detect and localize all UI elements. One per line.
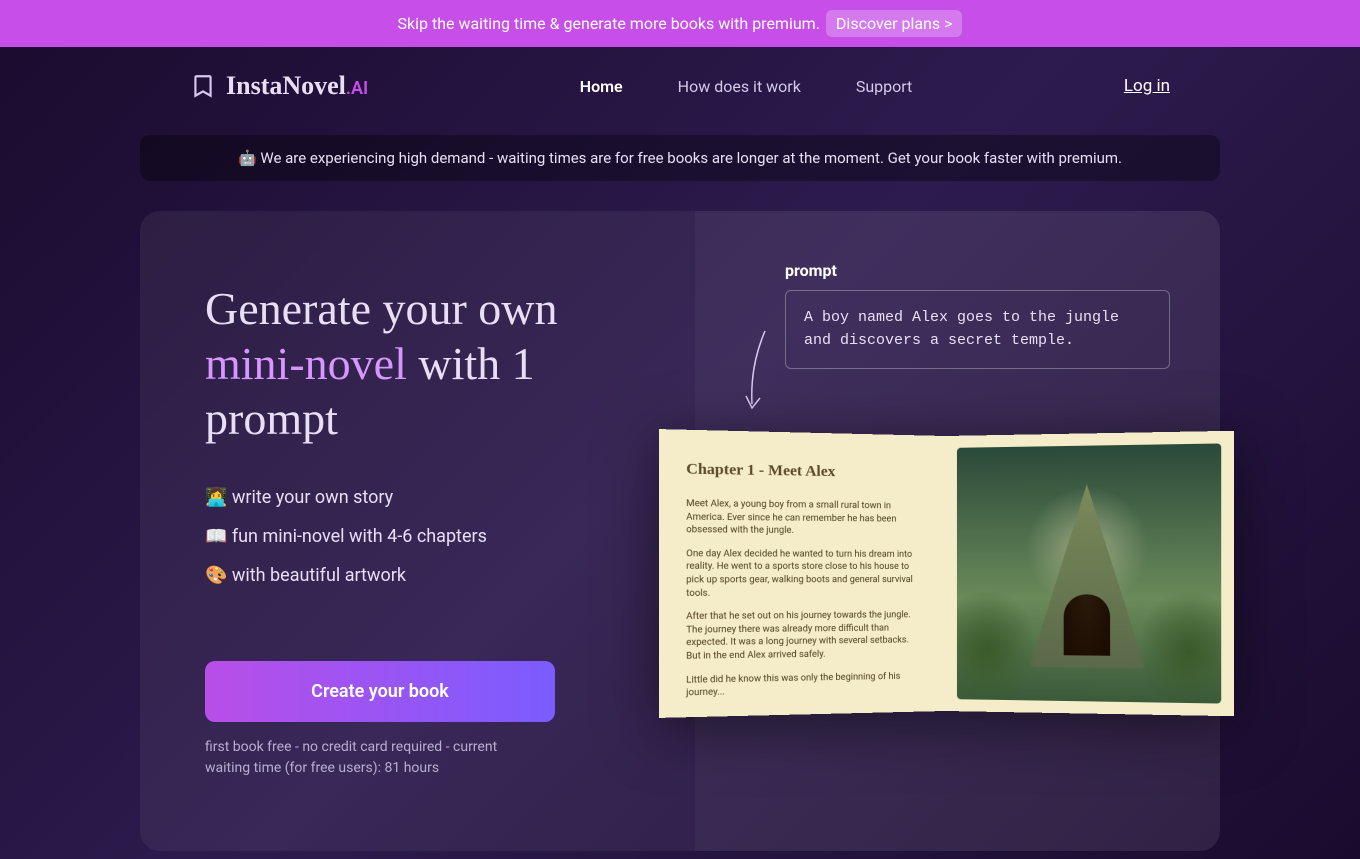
book-preview: Chapter 1 - Meet Alex Meet Alex, a young…: [670, 436, 1230, 726]
discover-plans-button[interactable]: Discover plans >: [826, 10, 963, 37]
cta-note: first book free - no credit card require…: [205, 737, 545, 779]
arrow-down-icon: [740, 326, 770, 416]
nav-support[interactable]: Support: [856, 77, 912, 96]
feature-chapters: 📖 fun mini-novel with 4-6 chapters: [205, 526, 630, 547]
nav-home[interactable]: Home: [580, 77, 623, 96]
login-link[interactable]: Log in: [1124, 76, 1170, 96]
prompt-label: prompt: [785, 261, 1170, 280]
logo[interactable]: InstaNovel.AI: [190, 71, 368, 101]
hero-left-panel: Generate your own mini-novel with 1 prom…: [140, 211, 695, 851]
book-para-4: Little did he know this was only the beg…: [686, 670, 920, 700]
book-para-2: One day Alex decided he wanted to turn h…: [686, 548, 920, 601]
logo-suffix: .AI: [346, 78, 368, 99]
create-book-button[interactable]: Create your book: [205, 661, 555, 722]
chapter-title: Chapter 1 - Meet Alex: [686, 461, 920, 482]
bookmark-icon: [190, 73, 216, 99]
temple-artwork: [957, 443, 1221, 703]
nav-links: Home How does it work Support: [580, 77, 913, 96]
top-nav: InstaNovel.AI Home How does it work Supp…: [0, 47, 1360, 125]
logo-text: InstaNovel: [226, 71, 346, 100]
feature-artwork: 🎨 with beautiful artwork: [205, 565, 630, 586]
promo-text: Skip the waiting time & generate more bo…: [398, 14, 820, 33]
book-text-page: Chapter 1 - Meet Alex Meet Alex, a young…: [659, 429, 945, 718]
demand-alert: 🤖 We are experiencing high demand - wait…: [140, 135, 1220, 181]
feature-write: 👩‍💻 write your own story: [205, 487, 630, 508]
alert-text: 🤖 We are experiencing high demand - wait…: [238, 149, 1122, 167]
hero-section: Generate your own mini-novel with 1 prom…: [140, 211, 1220, 851]
prompt-example: A boy named Alex goes to the jungle and …: [785, 290, 1170, 369]
book-art-page: [945, 431, 1234, 716]
promo-bar: Skip the waiting time & generate more bo…: [0, 0, 1360, 47]
book-para-1: Meet Alex, a young boy from a small rura…: [686, 498, 920, 539]
book-para-3: After that he set out on his journey tow…: [686, 609, 920, 663]
hero-right-panel: prompt A boy named Alex goes to the jung…: [695, 211, 1220, 851]
nav-how-it-works[interactable]: How does it work: [678, 77, 801, 96]
hero-title: Generate your own mini-novel with 1 prom…: [205, 281, 630, 447]
feature-list: 👩‍💻 write your own story 📖 fun mini-nove…: [205, 487, 630, 586]
